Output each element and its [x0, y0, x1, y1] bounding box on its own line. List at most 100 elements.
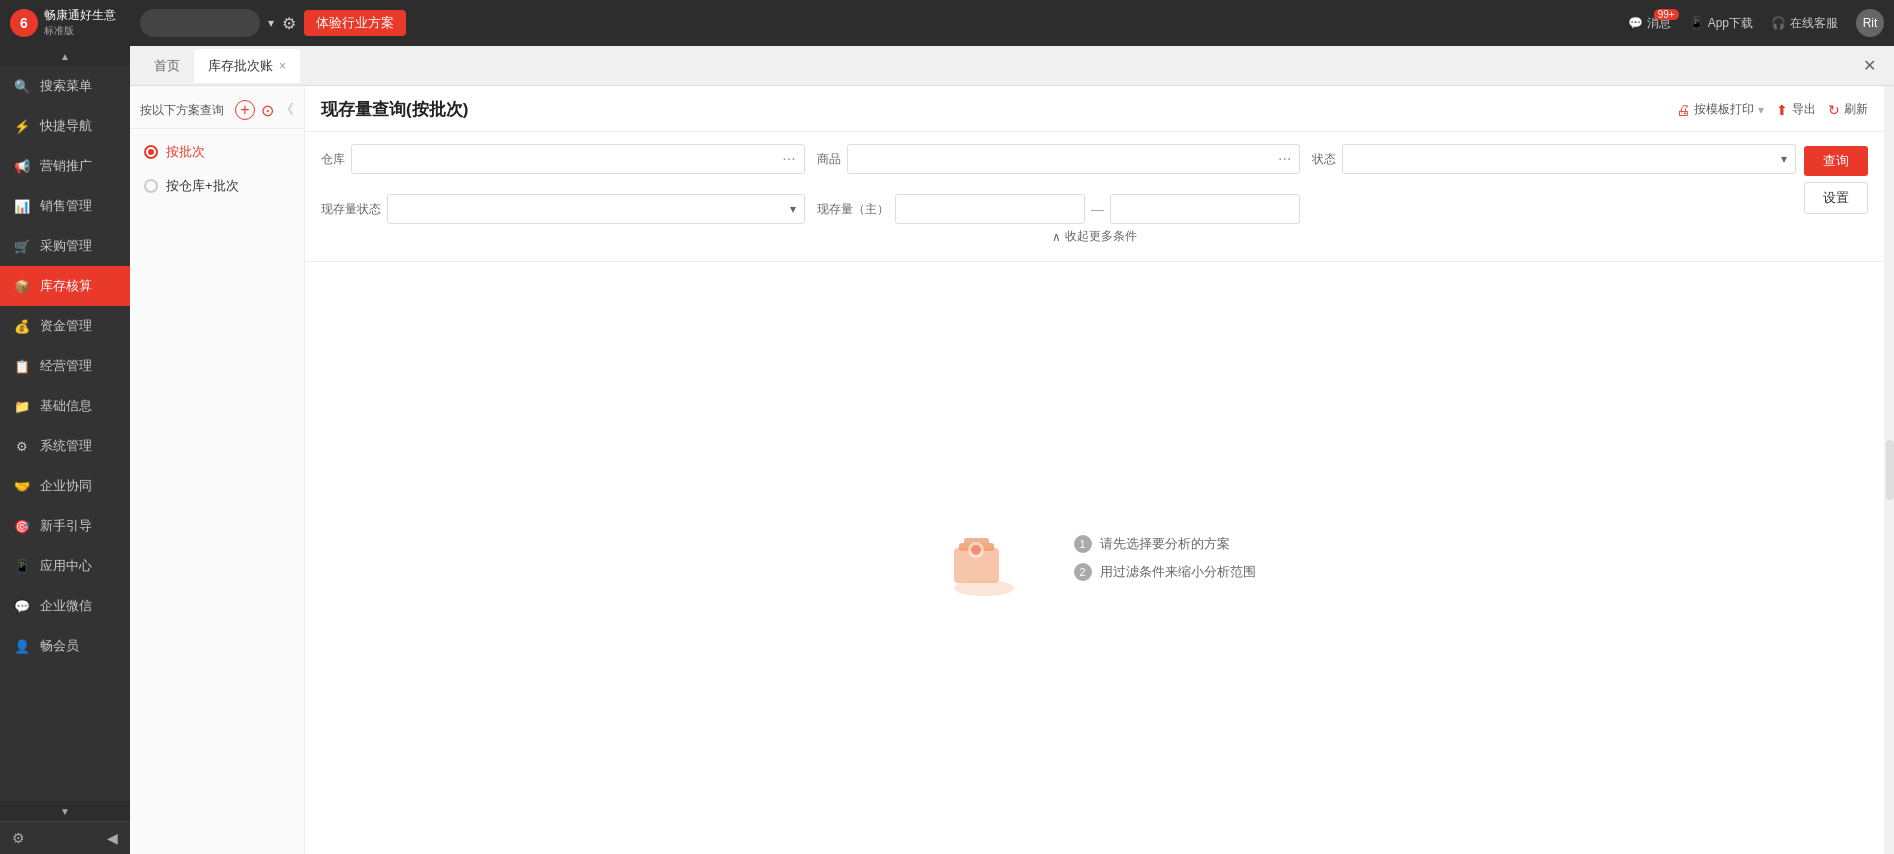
sidebar-label-newguide: 新手引导 [40, 517, 92, 535]
sidebar-item-quick-nav[interactable]: ⚡ 快捷导航 [0, 106, 130, 146]
radio-warehouse-batch [144, 179, 158, 193]
warehouse-dots[interactable]: ··· [782, 150, 795, 168]
scrollbar-thumb[interactable] [1886, 440, 1894, 500]
members-icon: 👤 [12, 636, 32, 656]
sidebar-item-members[interactable]: 👤 畅会员 [0, 626, 130, 666]
inventory-qty-range: — [895, 194, 1301, 224]
collapse-row[interactable]: ∧ 收起更多条件 [321, 224, 1868, 249]
empty-tips: 1 请先选择要分析的方案 2 用过滤条件来缩小分析范围 [1074, 535, 1256, 581]
left-panel-header: 按以下方案查询 + ⊙ 《 [130, 96, 304, 129]
sidebar-item-basic[interactable]: 📁 基础信息 [0, 386, 130, 426]
content-area: 首页 库存批次账 × ✕ 按以下方案查询 + ⊙ [130, 46, 1894, 854]
tab-close-icon[interactable]: × [279, 59, 286, 73]
product-dots[interactable]: ··· [1278, 150, 1291, 168]
filter-inventory-qty: 现存量（主） — [817, 194, 1301, 224]
filter-area: 仓库 ··· 商品 [305, 132, 1884, 262]
headset-icon: 🎧 [1771, 16, 1786, 30]
qty-from-input[interactable] [895, 194, 1085, 224]
tab-inventory-batch[interactable]: 库存批次账 × [194, 49, 300, 83]
appcenter-icon: 📱 [12, 556, 32, 576]
left-panel-item-warehouse-batch[interactable]: 按仓库+批次 [130, 169, 304, 203]
collapse-up-icon: ∧ [1052, 230, 1061, 244]
settings-button[interactable]: 设置 [1804, 182, 1868, 214]
sidebar-scroll-down[interactable]: ▼ [0, 801, 130, 821]
empty-state: 1 请先选择要分析的方案 2 用过滤条件来缩小分析范围 [305, 262, 1884, 854]
sidebar-bottom: ⚙ ◀ [0, 821, 130, 854]
sidebar-item-marketing[interactable]: 📢 营销推广 [0, 146, 130, 186]
status-select[interactable]: ▾ [1342, 144, 1796, 174]
page-header: 现存量查询(按批次) 🖨 按模板打印 ▾ ⬆ 导出 ↻ [305, 86, 1884, 132]
sidebar-label-system: 系统管理 [40, 437, 92, 455]
sidebar-label-members: 畅会员 [40, 637, 79, 655]
tip-1-text: 请先选择要分析的方案 [1100, 535, 1230, 553]
sidebar-item-search-menu[interactable]: 🔍 搜索菜单 [0, 66, 130, 106]
left-panel-item-batch[interactable]: 按批次 [130, 135, 304, 169]
sidebar-item-wechat[interactable]: 💬 企业微信 [0, 586, 130, 626]
trial-btn[interactable]: 体验行业方案 [304, 10, 406, 36]
collapse-label: 收起更多条件 [1065, 228, 1137, 245]
topbar-dropdown-btn[interactable]: ▾ [268, 16, 274, 30]
sidebar-collapse-icon[interactable]: ◀ [107, 830, 118, 846]
online-service-btn[interactable]: 🎧 在线客服 [1771, 15, 1838, 32]
sidebar-item-inventory[interactable]: 📦 库存核算 [0, 266, 130, 306]
sidebar-item-enterprise[interactable]: 🤝 企业协同 [0, 466, 130, 506]
warehouse-input[interactable]: ··· [351, 144, 805, 174]
sidebar-scroll-up[interactable]: ▲ [0, 46, 130, 66]
logo-icon: 6 [10, 9, 38, 37]
sidebar-item-finance[interactable]: 💰 资金管理 [0, 306, 130, 346]
tab-home[interactable]: 首页 [140, 49, 194, 83]
scrollbar-track[interactable] [1884, 86, 1894, 854]
refresh-btn[interactable]: ↻ 刷新 [1828, 101, 1868, 118]
inventory-icon: 📦 [12, 276, 32, 296]
messages-btn[interactable]: 💬 消息 99+ [1628, 15, 1671, 32]
sidebar-item-newguide[interactable]: 🎯 新手引导 [0, 506, 130, 546]
topbar-right: 💬 消息 99+ 📱 App下载 🎧 在线客服 Rit [1628, 9, 1884, 37]
sidebar-item-system[interactable]: ⚙ 系统管理 [0, 426, 130, 466]
empty-illustration [934, 508, 1034, 608]
marketing-icon: 📢 [12, 156, 32, 176]
tab-home-label: 首页 [154, 57, 180, 75]
user-avatar[interactable]: Rit [1856, 9, 1884, 37]
sidebar-label-basic: 基础信息 [40, 397, 92, 415]
product-input[interactable]: ··· [847, 144, 1301, 174]
left-panel-actions: + ⊙ 《 [235, 100, 294, 120]
page-content: 按以下方案查询 + ⊙ 《 按批次 按仓库+批次 [130, 86, 1894, 854]
refresh-label: 刷新 [1844, 101, 1868, 118]
left-panel-add-btn[interactable]: + [235, 100, 255, 120]
inventory-qty-label: 现存量（主） [817, 201, 889, 218]
left-panel-settings-btn[interactable]: ⊙ [261, 101, 274, 120]
search-menu-icon: 🔍 [12, 76, 32, 96]
app-download-label: App下载 [1708, 15, 1753, 32]
left-panel-label-batch: 按批次 [166, 143, 205, 161]
filter-warehouse: 仓库 ··· [321, 144, 805, 174]
left-panel-collapse-btn[interactable]: 《 [280, 101, 294, 119]
enterprise-icon: 🤝 [12, 476, 32, 496]
query-button[interactable]: 查询 [1804, 146, 1868, 176]
basic-icon: 📁 [12, 396, 32, 416]
app-logo: 6 畅康通好生意 标准版 [10, 8, 140, 38]
operations-icon: 📋 [12, 356, 32, 376]
sidebar-item-appcenter[interactable]: 📱 应用中心 [0, 546, 130, 586]
print-btn[interactable]: 🖨 按模板打印 ▾ [1676, 101, 1764, 118]
sidebar-item-purchase[interactable]: 🛒 采购管理 [0, 226, 130, 266]
sidebar-label-inventory: 库存核算 [40, 277, 92, 295]
finance-icon: 💰 [12, 316, 32, 336]
qty-to-input[interactable] [1110, 194, 1300, 224]
sidebar-item-sales[interactable]: 📊 销售管理 [0, 186, 130, 226]
export-btn[interactable]: ⬆ 导出 [1776, 101, 1816, 118]
print-dropdown-icon: ▾ [1758, 103, 1764, 117]
topbar-gear-btn[interactable]: ⚙ [282, 14, 296, 33]
sidebar-item-operations[interactable]: 📋 经营管理 [0, 346, 130, 386]
gear-icon: ⚙ [282, 15, 296, 32]
sidebar-label-search: 搜索菜单 [40, 77, 92, 95]
newguide-icon: 🎯 [12, 516, 32, 536]
topbar-search[interactable] [140, 9, 260, 37]
dropdown-icon: ▾ [268, 16, 274, 30]
sidebar-label-enterprise: 企业协同 [40, 477, 92, 495]
messages-badge: 99+ [1654, 9, 1679, 20]
app-download-btn[interactable]: 📱 App下载 [1689, 15, 1753, 32]
inventory-status-select[interactable]: ▾ [387, 194, 805, 224]
sidebar-settings-icon[interactable]: ⚙ [12, 830, 25, 846]
panel-close-btn[interactable]: ✕ [1855, 56, 1884, 75]
sales-icon: 📊 [12, 196, 32, 216]
